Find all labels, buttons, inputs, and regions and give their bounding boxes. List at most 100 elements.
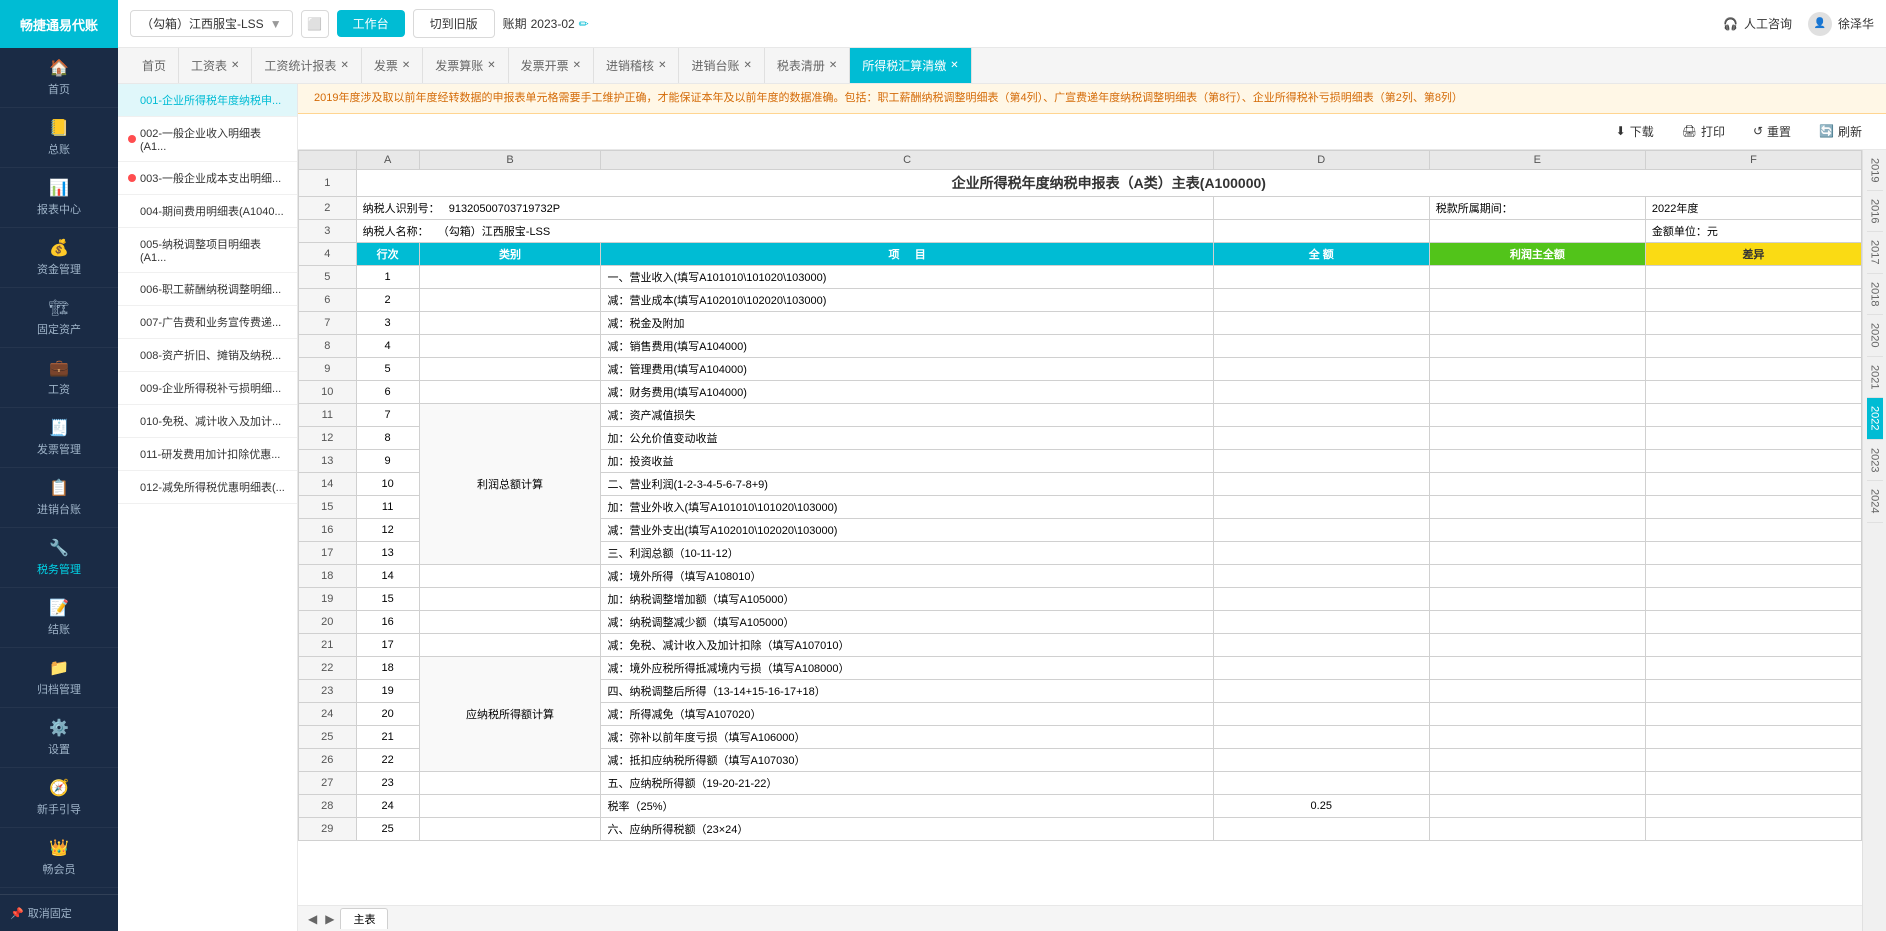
year-2024[interactable]: 2024 — [1867, 481, 1883, 522]
tab-salary-stats-close[interactable]: ✕ — [340, 60, 348, 71]
tab-invoice-open[interactable]: 发票开票 ✕ — [509, 48, 594, 84]
tab-salary[interactable]: 工资表 ✕ — [179, 48, 252, 84]
user-profile[interactable]: 👤 徐泽华 — [1808, 12, 1874, 36]
tab-salary-close[interactable]: ✕ — [231, 60, 239, 71]
tab-invoice[interactable]: 发票 ✕ — [362, 48, 423, 84]
reset-icon: ↺ — [1753, 124, 1763, 138]
tab-salary-stats[interactable]: 工资统计报表 ✕ — [252, 48, 361, 84]
sidebar-item-archive[interactable]: 📁 归档管理 — [0, 648, 118, 708]
year-2021[interactable]: 2021 — [1867, 357, 1883, 398]
copy-icon-btn[interactable]: ⬜ — [301, 10, 329, 38]
year-2020[interactable]: 2020 — [1867, 315, 1883, 356]
download-button[interactable]: ⬇ 下载 — [1608, 120, 1662, 143]
sidebar-item-assets[interactable]: 🏗 固定资产 — [0, 288, 118, 348]
left-panel-item-001[interactable]: 001-企业所得税年度纳税申... — [118, 84, 297, 117]
tax-icon: 🔧 — [49, 538, 69, 558]
sidebar-item-home[interactable]: 🏠 首页 — [0, 48, 118, 108]
tab-invoice-open-close[interactable]: ✕ — [573, 60, 581, 71]
row-num-26: 26 — [299, 748, 357, 771]
sidebar-item-settings[interactable]: ⚙️ 设置 — [0, 708, 118, 768]
sidebar-item-close[interactable]: 📝 结账 — [0, 588, 118, 648]
year-2017[interactable]: 2017 — [1867, 232, 1883, 273]
sidebar-item-tax[interactable]: 🔧 税务管理 — [0, 528, 118, 588]
switch-old-button[interactable]: 切到旧版 — [413, 9, 495, 38]
cat-21 — [419, 633, 601, 656]
dot-003 — [128, 174, 136, 182]
tab-invoice-calc-close[interactable]: ✕ — [487, 60, 495, 71]
row-num-4: 4 — [299, 242, 357, 265]
left-panel-item-008[interactable]: 008-资产折旧、摊销及纳税... — [118, 339, 297, 372]
col-diff: 差异 — [1645, 242, 1861, 265]
sidebar-item-sales[interactable]: 📋 进销台账 — [0, 468, 118, 528]
print-button[interactable]: 🖨 打印 — [1674, 120, 1733, 143]
sidebar-item-ledger[interactable]: 📒 总账 — [0, 108, 118, 168]
unpin-button[interactable]: 📌 取消固定 — [0, 894, 118, 931]
left-panel-label-012: 012-减免所得税优惠明细表(... — [140, 479, 285, 495]
left-panel-item-006[interactable]: 006-职工薪酬纳税调整明细... — [118, 273, 297, 306]
profit-10 — [1429, 380, 1645, 403]
amount-5 — [1213, 265, 1429, 288]
tab-income-tax-close[interactable]: ✕ — [950, 60, 958, 71]
tab-sales-check-close[interactable]: ✕ — [658, 60, 666, 71]
sidebar-item-member[interactable]: 👑 畅会员 — [0, 828, 118, 888]
item-21: 减：免税、减计收入及加计扣除（填写A107010） — [601, 633, 1213, 656]
table-row: 28 24 税率（25%） 0.25 — [299, 794, 1862, 817]
left-panel-item-005[interactable]: 005-纳税调整项目明细表(A1... — [118, 228, 297, 273]
refresh-button[interactable]: 🔄 刷新 — [1811, 120, 1870, 143]
dot-008 — [128, 351, 136, 359]
diff-16 — [1645, 518, 1861, 541]
sidebar-item-reports[interactable]: 📊 报表中心 — [0, 168, 118, 228]
year-2023[interactable]: 2023 — [1867, 440, 1883, 481]
left-panel-item-002[interactable]: 002-一般企业收入明细表(A1... — [118, 117, 297, 162]
sidebar-item-salary[interactable]: 💼 工资 — [0, 348, 118, 408]
tab-home[interactable]: 首页 — [130, 48, 179, 84]
amount-18 — [1213, 564, 1429, 587]
edit-icon[interactable]: ✏ — [579, 17, 589, 31]
tab-sales-ledger[interactable]: 进销台账 ✕ — [679, 48, 764, 84]
year-2019[interactable]: 2019 — [1867, 150, 1883, 191]
tab-sales-check[interactable]: 进销稽核 ✕ — [594, 48, 679, 84]
sidebar-item-invoice[interactable]: 🧾 发票管理 — [0, 408, 118, 468]
left-panel-item-007[interactable]: 007-广告费和业务宣传费递... — [118, 306, 297, 339]
sidebar-item-home-label: 首页 — [48, 81, 70, 97]
reset-button[interactable]: ↺ 重置 — [1745, 120, 1799, 143]
row-num-20: 20 — [299, 610, 357, 633]
company-selector[interactable]: （勾箱）江西服宝-LSS ▼ — [130, 10, 293, 37]
left-panel-item-012[interactable]: 012-减免所得税优惠明细表(... — [118, 471, 297, 504]
tab-home-label: 首页 — [142, 57, 166, 74]
num-20: 16 — [356, 610, 419, 633]
left-panel-item-010[interactable]: 010-免税、减计收入及加计... — [118, 405, 297, 438]
col-amount: 全 额 — [1213, 242, 1429, 265]
reset-label: 重置 — [1767, 123, 1791, 140]
sidebar-item-member-label: 畅会员 — [43, 861, 76, 877]
sidebar-item-guide[interactable]: 🧭 新手引导 — [0, 768, 118, 828]
tab-invoice-calc[interactable]: 发票算账 ✕ — [423, 48, 508, 84]
assist-btn[interactable]: 🎧 人工咨询 — [1723, 15, 1792, 32]
sheet-tab-main[interactable]: 主表 — [340, 908, 388, 929]
left-panel-item-003[interactable]: 003-一般企业成本支出明细... — [118, 162, 297, 195]
sheet-nav-right[interactable]: ▶ — [323, 910, 336, 928]
workbench-button[interactable]: 工作台 — [337, 10, 405, 37]
tab-tax-list[interactable]: 税表清册 ✕ — [765, 48, 850, 84]
amount-10 — [1213, 380, 1429, 403]
tab-sales-ledger-close[interactable]: ✕ — [743, 60, 751, 71]
left-panel-label-011: 011-研发费用加计扣除优惠... — [140, 446, 280, 462]
amount-15 — [1213, 495, 1429, 518]
table-row-header: 4 行次 类别 项 目 全 额 利润主全额 差异 — [299, 242, 1862, 265]
year-2016[interactable]: 2016 — [1867, 191, 1883, 232]
left-panel-item-011[interactable]: 011-研发费用加计扣除优惠... — [118, 438, 297, 471]
assets-icon: 🏗 — [49, 298, 69, 318]
table-row: 9 5 减：管理费用(填写A104000) — [299, 357, 1862, 380]
sidebar-item-finance[interactable]: 💰 资金管理 — [0, 228, 118, 288]
left-panel-item-009[interactable]: 009-企业所得税补亏损明细... — [118, 372, 297, 405]
year-2022[interactable]: 2022 — [1867, 398, 1883, 439]
tab-invoice-close[interactable]: ✕ — [402, 60, 410, 71]
tab-tax-list-close[interactable]: ✕ — [829, 60, 837, 71]
sales-icon: 📋 — [49, 478, 69, 498]
sheet-nav-left[interactable]: ◀ — [306, 910, 319, 928]
year-2018[interactable]: 2018 — [1867, 274, 1883, 315]
left-panel-item-004[interactable]: 004-期间费用明细表(A1040... — [118, 195, 297, 228]
sheet-container[interactable]: A B C D E F — [298, 150, 1862, 906]
tab-income-tax[interactable]: 所得税汇算清缴 ✕ — [850, 48, 971, 84]
item-25: 减：弥补以前年度亏损（填写A106000） — [601, 725, 1213, 748]
